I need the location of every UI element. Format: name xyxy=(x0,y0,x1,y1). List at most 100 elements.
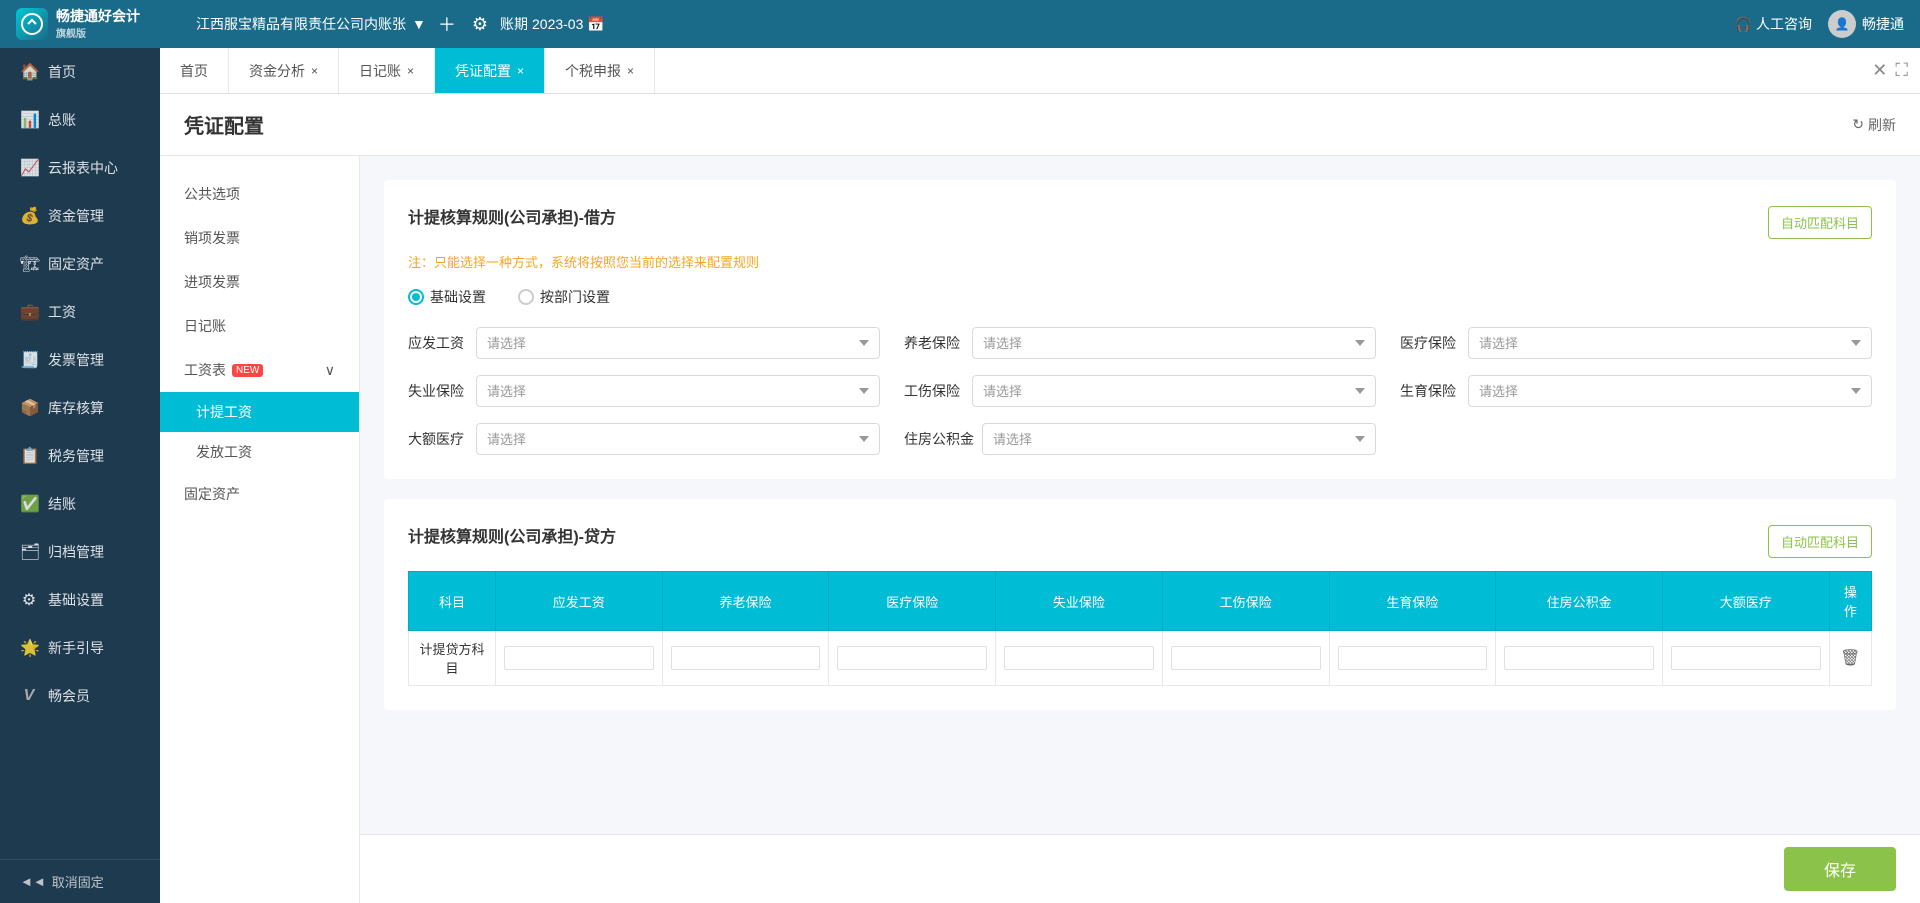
sidebar-item-archive[interactable]: 🗂 归档管理 xyxy=(0,528,160,576)
cancel-pin-label: 取消固定 xyxy=(52,872,104,891)
field-pension-select[interactable]: 请选择 xyxy=(972,327,1376,359)
cancel-pin-button[interactable]: ◄◄ 取消固定 xyxy=(0,859,160,903)
input-pension[interactable] xyxy=(671,646,821,670)
tab-voucher-config[interactable]: 凭证配置 × xyxy=(435,48,545,93)
invoice-icon: 🧾 xyxy=(20,350,38,370)
sidebar-item-inventory[interactable]: 📦 库存核算 xyxy=(0,384,160,432)
close-tab-icon[interactable]: ✕ xyxy=(1872,60,1887,81)
field-medical-select[interactable]: 请选择 xyxy=(1468,327,1872,359)
nav-payroll-group[interactable]: 工资表 NEW ∨ xyxy=(160,348,359,392)
field-pension: 养老保险 请选择 xyxy=(904,327,1376,359)
app-name: 畅捷通好会计 xyxy=(56,8,140,25)
sidebar-item-guide[interactable]: 🌟 新手引导 xyxy=(0,624,160,672)
radio-dept[interactable]: 按部门设置 xyxy=(518,287,610,307)
tax-icon: 📋 xyxy=(20,446,38,466)
field-unemployment-select[interactable]: 请选择 xyxy=(476,375,880,407)
sidebar-item-cloud-report[interactable]: 📈 云报表中心 xyxy=(0,144,160,192)
account-period: 账期 2023-03 📅 xyxy=(500,14,605,34)
user-area[interactable]: 👤 畅捷通 xyxy=(1828,10,1904,38)
header-right: 🎧 人工咨询 👤 畅捷通 xyxy=(1735,10,1904,38)
field-medical-label: 医疗保险 xyxy=(1400,333,1460,353)
field-maternity-label: 生育保险 xyxy=(1400,381,1460,401)
company-name: 江西服宝精品有限责任公司内账张 xyxy=(196,14,406,34)
tab-tax-report[interactable]: 个税申报 × xyxy=(545,48,655,93)
input-injury[interactable] xyxy=(1171,646,1321,670)
input-unemployment[interactable] xyxy=(1004,646,1154,670)
header-center: 江西服宝精品有限责任公司内账张 ▼ ＋ ⚙ 账期 2023-03 📅 xyxy=(176,11,1735,37)
period-value: 2023-03 xyxy=(532,16,583,32)
field-housing-fund: 住房公积金 请选择 xyxy=(904,423,1376,455)
nav-payroll-label: 工资表 xyxy=(184,360,226,380)
sidebar-item-fixed-asset[interactable]: 🏗 固定资产 xyxy=(0,240,160,288)
cell-big-medical-input[interactable] xyxy=(1662,631,1829,686)
tab-home[interactable]: 首页 xyxy=(160,48,229,93)
auto-match-borrow-button[interactable]: 自动匹配科目 xyxy=(1768,206,1872,239)
sidebar-item-tax[interactable]: 📋 税务管理 xyxy=(0,432,160,480)
sidebar-item-salary[interactable]: 💼 工资 xyxy=(0,288,160,336)
input-maternity[interactable] xyxy=(1338,646,1488,670)
tab-voucher-label: 凭证配置 xyxy=(455,61,511,81)
radio-basic[interactable]: 基础设置 xyxy=(408,287,486,307)
refresh-button[interactable]: ↻ 刷新 xyxy=(1852,115,1896,135)
company-selector[interactable]: 江西服宝精品有限责任公司内账张 ▼ xyxy=(196,14,426,34)
nav-purchase-invoice[interactable]: 进项发票 xyxy=(160,260,359,304)
field-housing-fund-select[interactable]: 请选择 xyxy=(982,423,1376,455)
save-button[interactable]: 保存 xyxy=(1784,847,1896,891)
add-icon[interactable]: ＋ xyxy=(438,11,456,37)
cell-salary-input[interactable] xyxy=(495,631,662,686)
cell-pension-input[interactable] xyxy=(662,631,829,686)
input-salary[interactable] xyxy=(504,646,654,670)
tab-tax-close[interactable]: × xyxy=(627,64,634,78)
sidebar-label-tax: 税务管理 xyxy=(48,446,104,466)
borrow-section-title: 计提核算规则(公司承担)-借方 xyxy=(408,204,616,228)
left-nav: 公共选项 销项发票 进项发票 日记账 工资表 NEW xyxy=(160,156,360,903)
tab-fund-analysis[interactable]: 资金分析 × xyxy=(229,48,339,93)
auto-match-credit-button[interactable]: 自动匹配科目 xyxy=(1768,525,1872,558)
nav-sales-label: 销项发票 xyxy=(184,230,240,246)
nav-pay-salary[interactable]: 发放工资 xyxy=(160,432,359,472)
radio-basic-circle xyxy=(408,289,424,305)
sidebar-item-basic-setting[interactable]: ⚙ 基础设置 xyxy=(0,576,160,624)
input-medical[interactable] xyxy=(837,646,987,670)
headphone-icon: 🎧 xyxy=(1735,16,1752,33)
input-housing[interactable] xyxy=(1504,646,1654,670)
cell-medical-input[interactable] xyxy=(829,631,996,686)
tab-diary[interactable]: 日记账 × xyxy=(339,48,435,93)
delete-row-icon[interactable]: 🗑 xyxy=(1840,650,1860,667)
field-injury-select[interactable]: 请选择 xyxy=(972,375,1376,407)
input-big-medical[interactable] xyxy=(1671,646,1821,670)
sidebar-item-invoice[interactable]: 🧾 发票管理 xyxy=(0,336,160,384)
expand-tab-icon[interactable]: ⛶ xyxy=(1895,60,1908,81)
tab-diary-close[interactable]: × xyxy=(407,64,414,78)
field-salary-select[interactable]: 请选择 xyxy=(476,327,880,359)
field-maternity-select[interactable]: 请选择 xyxy=(1468,375,1872,407)
sidebar-item-checkout[interactable]: ✅ 结账 xyxy=(0,480,160,528)
field-big-medical-select[interactable]: 请选择 xyxy=(476,423,880,455)
sidebar-item-member[interactable]: V 畅会员 xyxy=(0,672,160,720)
field-injury: 工伤保险 请选择 xyxy=(904,375,1376,407)
cell-maternity-input[interactable] xyxy=(1329,631,1496,686)
nav-fixed-asset[interactable]: 固定资产 xyxy=(160,472,359,516)
avatar: 👤 xyxy=(1828,10,1856,38)
cell-housing-input[interactable] xyxy=(1496,631,1663,686)
fund-icon: 💰 xyxy=(20,206,38,226)
pin-icon: ◄◄ xyxy=(20,874,46,889)
calendar-icon[interactable]: 📅 xyxy=(587,16,604,33)
sidebar-item-home[interactable]: 🏠 首页 xyxy=(0,48,160,96)
credit-table: 科目 应发工资 养老保险 医疗保险 失业保险 工伤保险 生育保险 住房公积金 大 xyxy=(408,571,1872,686)
sidebar-item-ledger[interactable]: 📊 总账 xyxy=(0,96,160,144)
nav-diary[interactable]: 日记账 xyxy=(160,304,359,348)
sidebar-label-home: 首页 xyxy=(48,62,76,82)
tab-voucher-close[interactable]: × xyxy=(517,64,524,78)
field-unemployment-label: 失业保险 xyxy=(408,381,468,401)
tab-fund-close[interactable]: × xyxy=(311,64,318,78)
cell-unemployment-input[interactable] xyxy=(996,631,1163,686)
settings-icon[interactable]: ⚙ xyxy=(472,14,488,35)
help-button[interactable]: 🎧 人工咨询 xyxy=(1735,14,1812,34)
nav-public[interactable]: 公共选项 xyxy=(160,172,359,216)
sidebar-item-fund[interactable]: 💰 资金管理 xyxy=(0,192,160,240)
page-content: 凭证配置 ↻ 刷新 公共选项 销项发票 进项发票 xyxy=(160,94,1920,903)
nav-sales-invoice[interactable]: 销项发票 xyxy=(160,216,359,260)
nav-payroll-calc[interactable]: 计提工资 xyxy=(160,392,359,432)
cell-injury-input[interactable] xyxy=(1162,631,1329,686)
